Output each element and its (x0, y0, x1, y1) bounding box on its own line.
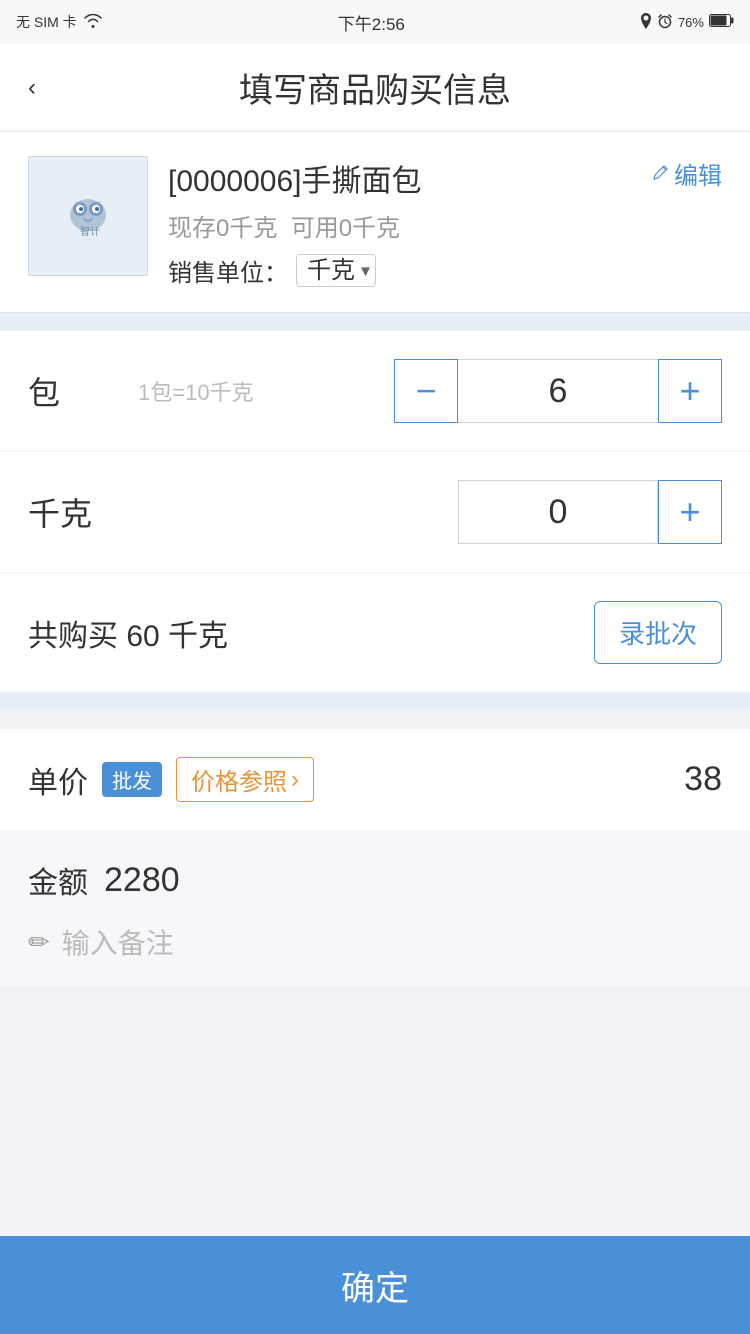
pencil-icon: ✏ (28, 927, 50, 958)
battery-text: 76% (678, 15, 704, 30)
product-section: 智计 [0000006]手撕面包 编辑 现存0千克 可用0千克 销售单位： 千克… (0, 132, 750, 313)
price-badge: 批发 (102, 762, 162, 797)
location-icon (640, 13, 652, 32)
qianke-label: 千克 (28, 489, 128, 535)
bao-decrease-button[interactable]: − (394, 359, 458, 423)
unit-select[interactable]: 千克 包 (296, 254, 376, 287)
remark-row: ✏ 输入备注 (28, 922, 722, 986)
sim-text: 无 SIM 卡 (16, 12, 77, 32)
qianke-increase-button[interactable]: + (658, 480, 722, 544)
amount-row: 金额 2280 (28, 858, 722, 902)
qianke-row: 千克 + (0, 452, 750, 573)
section-divider-1 (0, 313, 750, 331)
summary-row: 共购买 60 千克 录批次 (0, 573, 750, 693)
amount-value: 2280 (104, 861, 180, 900)
product-stock: 现存0千克 可用0千克 (168, 208, 722, 243)
price-ref-button[interactable]: 价格参照 › (176, 757, 314, 802)
back-button[interactable]: ‹ (28, 74, 36, 102)
unit-select-wrap[interactable]: 千克 包 (296, 254, 376, 287)
summary-text: 共购买 60 千克 (28, 611, 228, 655)
bao-input-section: 包 1包=10千克 − + 千克 + (0, 331, 750, 573)
bao-row: 包 1包=10千克 − + (0, 331, 750, 452)
battery-icon (709, 14, 734, 30)
product-name: [0000006]手撕面包 (168, 156, 421, 200)
nav-bar: ‹ 填写商品购买信息 (0, 44, 750, 132)
product-info: [0000006]手撕面包 编辑 现存0千克 可用0千克 销售单位： 千克 包 (168, 156, 722, 288)
price-label: 单价 (28, 758, 88, 802)
price-section: 单价 批发 价格参照 › 38 (0, 729, 750, 830)
price-ref-icon: › (291, 766, 299, 794)
nav-title: 填写商品购买信息 (239, 63, 511, 112)
bao-hint: 1包=10千克 (138, 375, 254, 407)
edit-label: 编辑 (674, 156, 722, 191)
price-row: 单价 批发 价格参照 › 38 (28, 757, 722, 802)
price-value: 38 (684, 760, 722, 799)
bao-stepper: − + (394, 359, 722, 423)
section-divider-2 (0, 693, 750, 711)
owl-logo-icon: 智计 (58, 187, 118, 246)
amount-section: 金额 2280 ✏ 输入备注 (0, 830, 750, 986)
status-right: 76% (640, 13, 734, 32)
qianke-input[interactable] (458, 480, 658, 544)
batch-button[interactable]: 录批次 (594, 601, 722, 664)
bao-increase-button[interactable]: + (658, 359, 722, 423)
bao-label: 包 (28, 368, 128, 414)
price-ref-label: 价格参照 (191, 762, 287, 797)
amount-label: 金额 (28, 858, 88, 902)
status-left: 无 SIM 卡 (16, 12, 103, 32)
status-bar: 无 SIM 卡 下午2:56 76% (0, 0, 750, 44)
qianke-stepper: + (458, 480, 722, 544)
wifi-icon (83, 14, 103, 31)
confirm-label: 确定 (341, 1261, 409, 1310)
status-time: 下午2:56 (338, 10, 405, 35)
bao-input[interactable] (458, 359, 658, 423)
product-unit: 销售单位： 千克 包 (168, 253, 722, 288)
product-thumbnail: 智计 (28, 156, 148, 276)
confirm-bar[interactable]: 确定 (0, 1236, 750, 1334)
alarm-icon (657, 13, 673, 32)
edit-button[interactable]: 编辑 (652, 156, 722, 191)
svg-text:智计: 智计 (80, 225, 100, 237)
remark-placeholder[interactable]: 输入备注 (62, 922, 174, 962)
